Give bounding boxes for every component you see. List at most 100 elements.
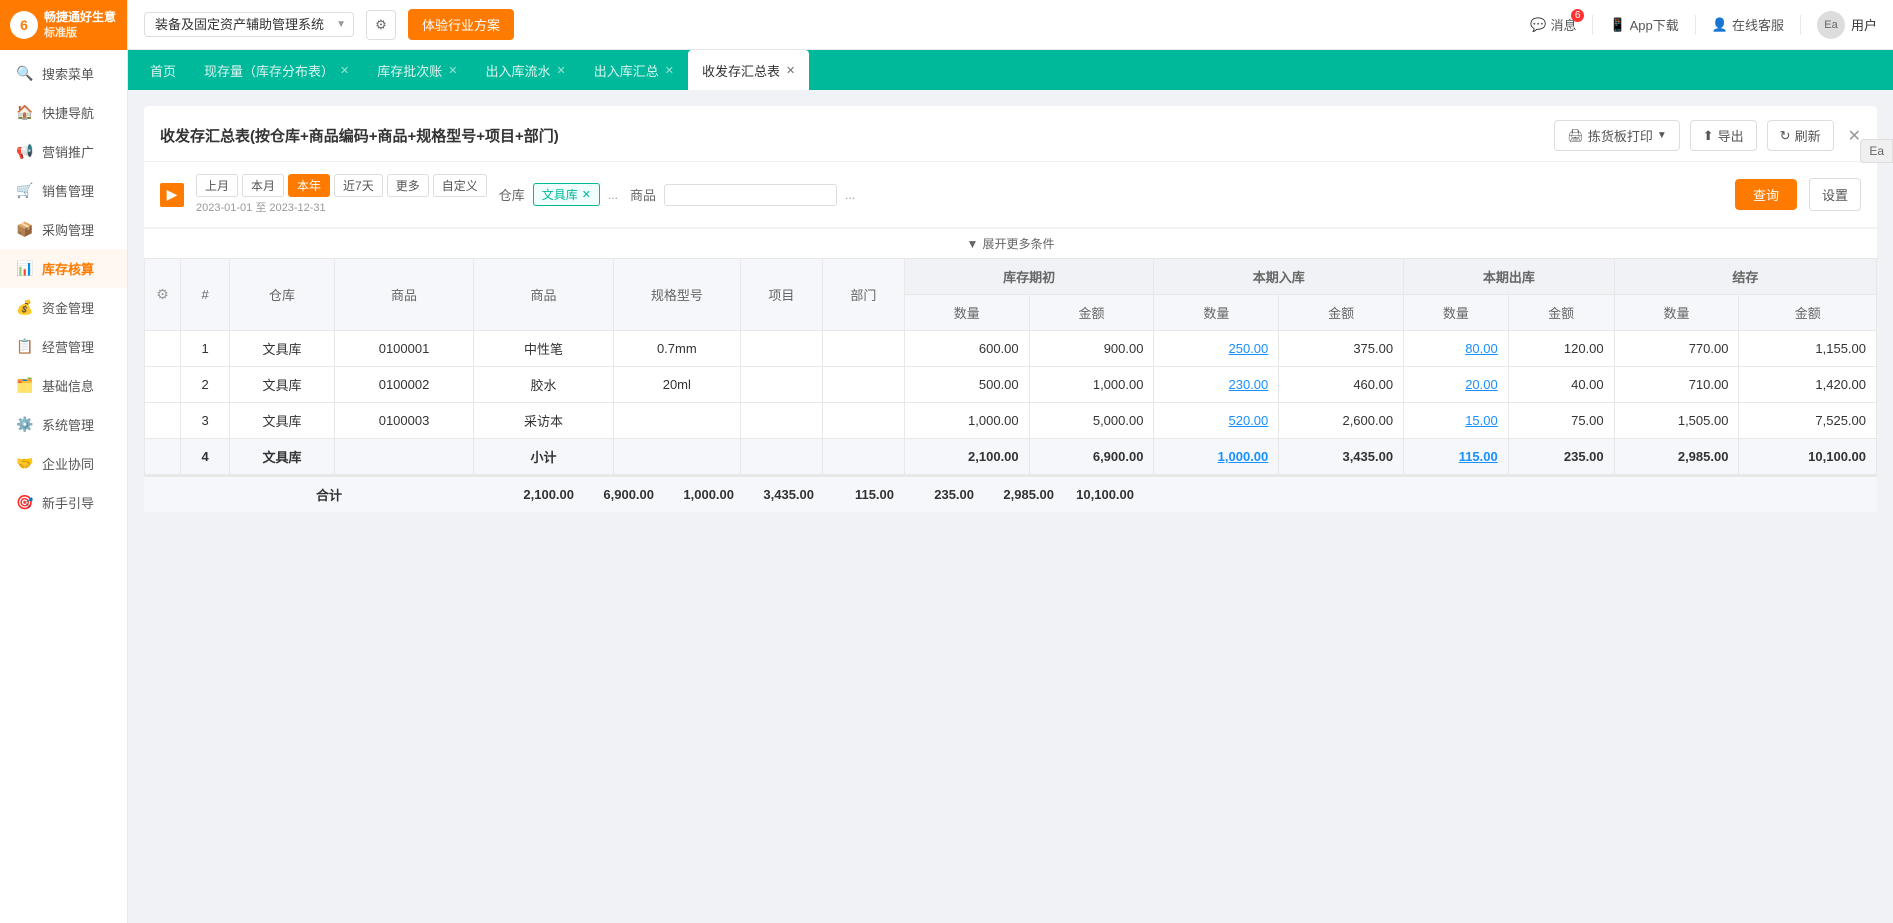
row-settings-cell[interactable] <box>145 331 181 367</box>
date-btn-本月[interactable]: 本月 <box>242 174 284 197</box>
sidebar-item-operation[interactable]: 📋经营管理 <box>0 327 127 366</box>
filter-bar: ▶ 上月本月本年近7天更多自定义 2023-01-01 至 2023-12-31… <box>144 162 1877 228</box>
system-selector-wrapper: 装备及固定资产辅助管理系统 ▼ <box>144 12 354 37</box>
date-range-display: 2023-01-01 至 2023-12-31 <box>196 199 487 215</box>
date-btn-本年[interactable]: 本年 <box>288 174 330 197</box>
tab-inout-summary[interactable]: 出入库汇总✕ <box>580 50 688 90</box>
cell-link[interactable]: 80.00 <box>1465 341 1498 356</box>
message-icon: 💬 <box>1530 17 1546 33</box>
col-sku-code-header: 商品 <box>334 259 473 331</box>
query-button[interactable]: 查询 <box>1735 179 1797 210</box>
settings-gear-button[interactable]: ⚙ <box>366 10 396 40</box>
row-settings-cell[interactable] <box>145 439 181 475</box>
sidebar-item-inventory[interactable]: 📊库存核算 <box>0 249 127 288</box>
product-more-button[interactable]: ... <box>845 188 855 202</box>
sidebar-item-purchase[interactable]: 📦采购管理 <box>0 210 127 249</box>
table-settings-icon[interactable]: ⚙ <box>156 286 169 302</box>
date-btn-更多[interactable]: 更多 <box>387 174 429 197</box>
filter-toggle-button[interactable]: ▶ <box>160 183 184 207</box>
row-settings-cell[interactable] <box>145 403 181 439</box>
sidebar-item-quick-nav[interactable]: 🏠快捷导航 <box>0 93 127 132</box>
tab-inout-flow[interactable]: 出入库流水✕ <box>471 50 579 90</box>
table-cell[interactable]: 20.00 <box>1404 367 1509 403</box>
messages-action[interactable]: 💬 消息 6 <box>1530 15 1576 34</box>
online-service-action[interactable]: 👤 在线客服 <box>1712 15 1784 34</box>
expand-arrow-icon: ▼ <box>967 237 979 251</box>
experience-button[interactable]: 体验行业方案 <box>408 9 514 40</box>
table-cell[interactable]: 15.00 <box>1404 403 1509 439</box>
cell-link[interactable]: 520.00 <box>1229 413 1269 428</box>
app-download-action[interactable]: 📱 App下载 <box>1609 15 1678 34</box>
warehouse-tag-close[interactable]: ✕ <box>582 188 591 201</box>
table-cell: 文具库 <box>230 439 335 475</box>
row-settings-cell[interactable] <box>145 367 181 403</box>
system-select[interactable]: 装备及固定资产辅助管理系统 <box>144 12 354 37</box>
tab-close-inout-summary[interactable]: ✕ <box>665 64 674 77</box>
table-cell <box>740 367 822 403</box>
tab-recv-send-summary[interactable]: 收发存汇总表 ✕ <box>688 50 809 90</box>
filter-settings-button[interactable]: 设置 <box>1809 178 1861 211</box>
sidebar-item-label: 销售管理 <box>42 181 94 200</box>
tab-close-inout-flow[interactable]: ✕ <box>557 64 566 77</box>
sidebar-item-newbie[interactable]: 🎯新手引导 <box>0 483 127 522</box>
sidebar-item-corp-collab[interactable]: 🤝企业协同 <box>0 444 127 483</box>
tab-label-home: 首页 <box>150 61 176 80</box>
warehouse-label: 仓库 <box>499 185 525 204</box>
main-table-wrapper: ⚙ # 仓库 商品 商品 规格型号 项目 部门 库存期初 本期入库 本期出库 结… <box>144 258 1877 475</box>
table-cell: 2,100.00 <box>904 439 1029 475</box>
topbar-actions: 💬 消息 6 📱 App下载 👤 在线客服 Ea 用户 <box>1530 11 1877 39</box>
cell-link[interactable]: 250.00 <box>1229 341 1269 356</box>
table-cell[interactable]: 230.00 <box>1154 367 1279 403</box>
print-dropdown-arrow: ▼ <box>1657 130 1667 141</box>
date-btn-近7天[interactable]: 近7天 <box>334 174 383 197</box>
close-page-icon[interactable]: ✕ <box>1848 126 1861 146</box>
table-cell: 710.00 <box>1614 367 1739 403</box>
tab-close-batch-ledger[interactable]: ✕ <box>448 64 457 77</box>
sidebar-logo: 6 畅捷通好生意 标准版 <box>0 0 127 50</box>
print-icon: 🖨 <box>1567 128 1584 144</box>
tab-close-recv-send-summary[interactable]: ✕ <box>786 64 795 77</box>
tab-stock-dist[interactable]: 现存量（库存分布表）✕ <box>190 50 363 90</box>
ea-badge[interactable]: Ea <box>1860 139 1893 163</box>
cell-link[interactable]: 1,000.00 <box>1218 449 1269 464</box>
product-search-input[interactable] <box>664 184 837 206</box>
sidebar-item-basic-info[interactable]: 🗂️基础信息 <box>0 366 127 405</box>
table-cell[interactable]: 520.00 <box>1154 403 1279 439</box>
tab-label-recv-send-summary: 收发存汇总表 <box>702 61 780 80</box>
tab-home[interactable]: 首页 <box>136 50 190 90</box>
cell-link[interactable]: 115.00 <box>1459 449 1498 464</box>
table-cell: 1 <box>181 331 230 367</box>
table-cell: 2 <box>181 367 230 403</box>
table-cell: 600.00 <box>904 331 1029 367</box>
sidebar-item-label: 企业协同 <box>42 454 94 473</box>
date-btn-自定义[interactable]: 自定义 <box>433 174 487 197</box>
warehouse-more-button[interactable]: ... <box>608 188 618 202</box>
table-cell: 1,505.00 <box>1614 403 1739 439</box>
export-icon: ⬆ <box>1703 128 1714 144</box>
refresh-button[interactable]: ↻ 刷新 <box>1767 120 1834 151</box>
cell-link[interactable]: 230.00 <box>1229 377 1269 392</box>
tab-close-stock-dist[interactable]: ✕ <box>340 64 349 77</box>
table-cell: 0.7mm <box>613 331 740 367</box>
sidebar-item-system[interactable]: ⚙️系统管理 <box>0 405 127 444</box>
export-button[interactable]: ⬆ 导出 <box>1690 120 1757 151</box>
sidebar-item-search[interactable]: 🔍搜索菜单 <box>0 54 127 93</box>
user-menu[interactable]: Ea 用户 <box>1817 11 1877 39</box>
print-button[interactable]: 🖨 拣货板打印 ▼ <box>1554 120 1679 151</box>
table-cell: 3 <box>181 403 230 439</box>
sidebar-item-marketing[interactable]: 📢营销推广 <box>0 132 127 171</box>
cell-link[interactable]: 15.00 <box>1465 413 1498 428</box>
sidebar-item-label: 资金管理 <box>42 298 94 317</box>
tab-batch-ledger[interactable]: 库存批次账✕ <box>363 50 471 90</box>
table-cell[interactable]: 250.00 <box>1154 331 1279 367</box>
cell-link[interactable]: 20.00 <box>1465 377 1498 392</box>
date-btn-上月[interactable]: 上月 <box>196 174 238 197</box>
expand-conditions-button[interactable]: ▼ 展开更多条件 <box>144 228 1877 258</box>
sidebar-item-finance[interactable]: 💰资金管理 <box>0 288 127 327</box>
table-cell: 文具库 <box>230 367 335 403</box>
warehouse-tag[interactable]: 文具库 ✕ <box>533 183 600 206</box>
sidebar-item-sales[interactable]: 🛒销售管理 <box>0 171 127 210</box>
table-cell[interactable]: 115.00 <box>1404 439 1509 475</box>
table-cell[interactable]: 80.00 <box>1404 331 1509 367</box>
table-cell[interactable]: 1,000.00 <box>1154 439 1279 475</box>
